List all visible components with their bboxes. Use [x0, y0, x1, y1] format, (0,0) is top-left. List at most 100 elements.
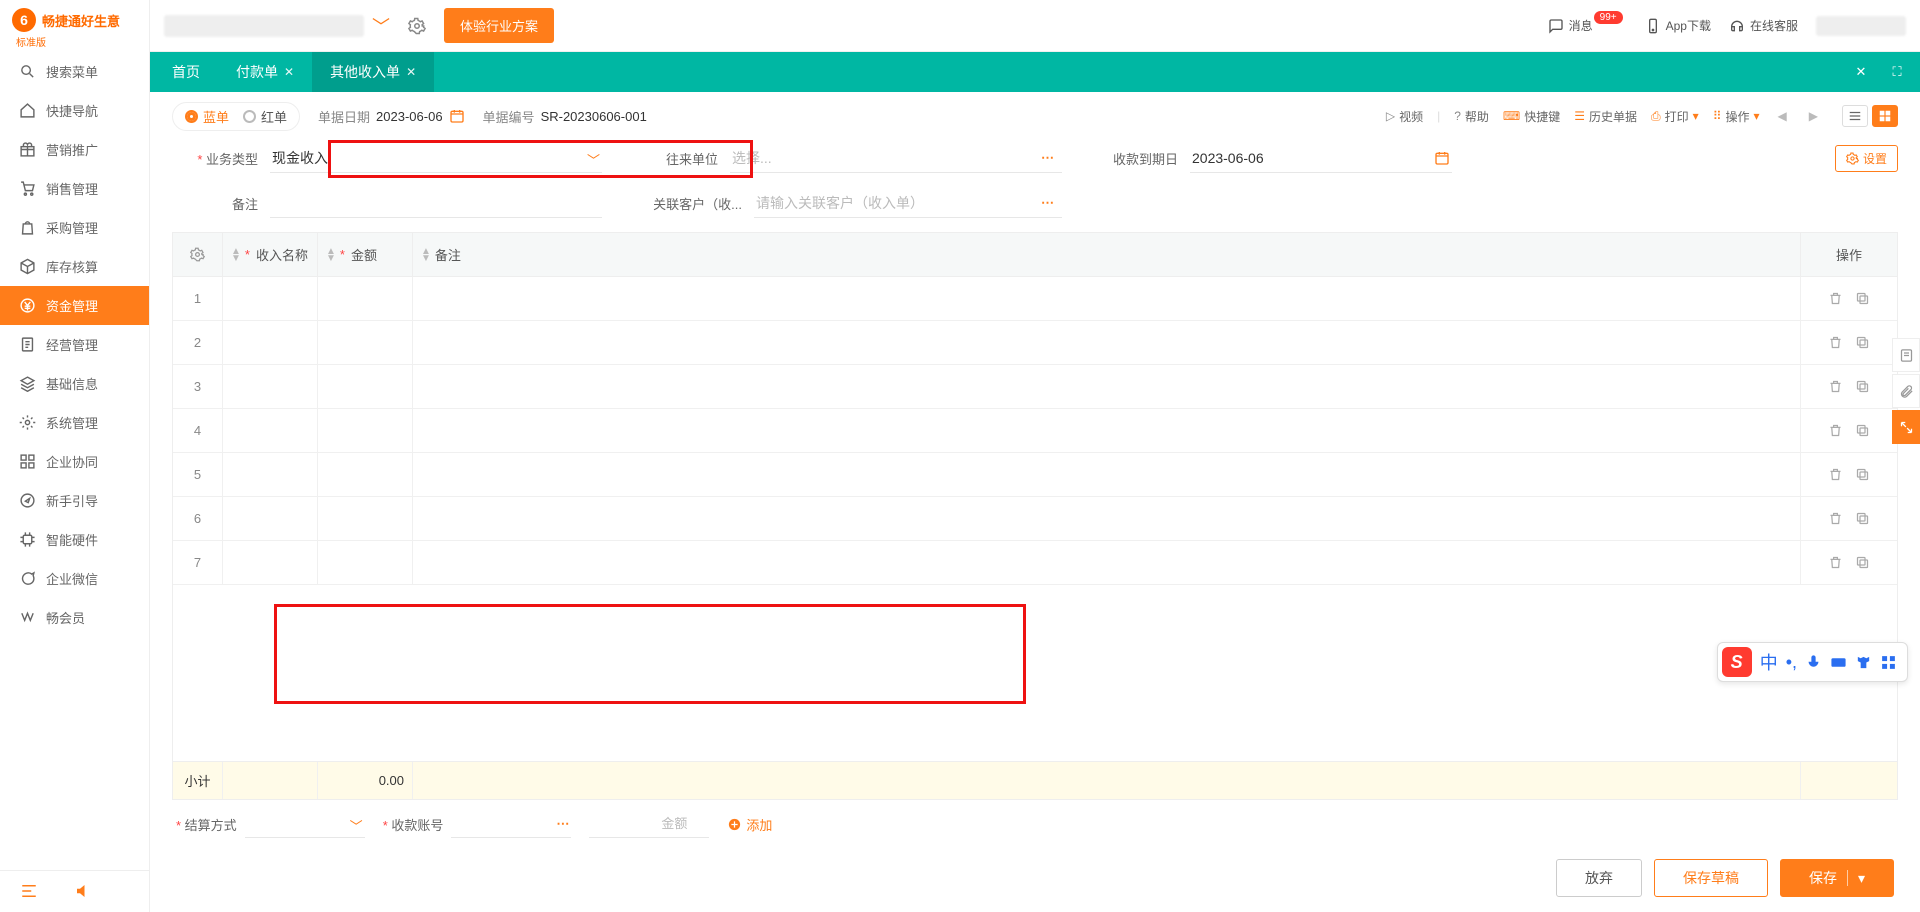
more-icon[interactable]: ⋯	[556, 816, 571, 832]
copy-row-icon[interactable]	[1855, 467, 1870, 482]
sidebar-item-10[interactable]: 企业协同	[0, 442, 149, 481]
more-icon[interactable]: ⋯	[1041, 195, 1056, 211]
delete-row-icon[interactable]	[1828, 291, 1843, 306]
sidebar-item-0[interactable]: 搜索菜单	[0, 52, 149, 91]
prev-bill-button[interactable]: ◀	[1774, 109, 1791, 123]
cell-income-name[interactable]	[223, 365, 318, 408]
cell-remark[interactable]	[413, 453, 1801, 496]
sidebar-item-4[interactable]: 采购管理	[0, 208, 149, 247]
delete-row-icon[interactable]	[1828, 379, 1843, 394]
chevron-down-icon[interactable]: ﹀	[587, 150, 600, 169]
sidebar-item-1[interactable]: 快捷导航	[0, 91, 149, 130]
receipt-account-input[interactable]	[451, 810, 571, 838]
ime-skin-icon[interactable]	[1855, 654, 1872, 671]
cell-amount[interactable]	[318, 497, 413, 540]
cell-income-name[interactable]	[223, 321, 318, 364]
table-row[interactable]: 3	[173, 365, 1897, 409]
save-draft-button[interactable]: 保存草稿	[1654, 859, 1768, 897]
copy-row-icon[interactable]	[1855, 555, 1870, 570]
print-link[interactable]: ⎙打印▾	[1651, 108, 1699, 125]
table-row[interactable]: 5	[173, 453, 1897, 497]
cell-amount[interactable]	[318, 453, 413, 496]
collapse-icon[interactable]	[20, 882, 40, 902]
tab-0[interactable]: 首页	[154, 52, 218, 92]
cell-remark[interactable]	[413, 541, 1801, 584]
cell-amount[interactable]	[318, 541, 413, 584]
tab-2[interactable]: 其他收入单✕	[312, 52, 434, 92]
cell-amount[interactable]	[318, 365, 413, 408]
ime-lang-label[interactable]: 中	[1760, 649, 1778, 675]
settle-amount-input[interactable]	[589, 810, 709, 838]
side-note-button[interactable]	[1892, 338, 1920, 372]
sidebar-item-5[interactable]: 库存核算	[0, 247, 149, 286]
online-service-link[interactable]: 在线客服	[1729, 17, 1798, 34]
next-bill-button[interactable]: ▶	[1805, 109, 1822, 123]
sidebar-item-8[interactable]: 基础信息	[0, 364, 149, 403]
table-row[interactable]: 6	[173, 497, 1897, 541]
sidebar-item-11[interactable]: 新手引导	[0, 481, 149, 520]
view-list-button[interactable]	[1842, 105, 1868, 127]
messages-link[interactable]: 消息 99+	[1548, 17, 1627, 34]
col-remark[interactable]: ▲▼备注	[413, 233, 1801, 276]
cell-income-name[interactable]	[223, 453, 318, 496]
sidebar-item-6[interactable]: 资金管理	[0, 286, 149, 325]
chevron-down-icon[interactable]: ﹀	[350, 816, 363, 835]
ime-toolbar[interactable]: S 中 •,	[1717, 642, 1908, 682]
delete-row-icon[interactable]	[1828, 511, 1843, 526]
ime-punct-icon[interactable]: •,	[1786, 652, 1797, 673]
close-icon[interactable]: ✕	[284, 65, 294, 79]
sidebar-item-13[interactable]: 企业微信	[0, 559, 149, 598]
history-link[interactable]: ☰历史单据	[1574, 108, 1637, 125]
biz-type-input[interactable]	[270, 144, 602, 173]
side-expand-button[interactable]	[1892, 410, 1920, 444]
col-income-name[interactable]: ▲▼*收入名称	[223, 233, 318, 276]
ime-mic-icon[interactable]	[1805, 654, 1822, 671]
cell-remark[interactable]	[413, 365, 1801, 408]
side-attach-button[interactable]	[1892, 374, 1920, 408]
form-settings-button[interactable]: 设置	[1835, 145, 1898, 172]
radio-red-bill[interactable]: 红单	[243, 107, 287, 126]
tab-1[interactable]: 付款单✕	[218, 52, 312, 92]
topbar-settings-icon[interactable]	[402, 17, 432, 35]
help-link[interactable]: ?帮助	[1454, 108, 1489, 125]
add-settlement-button[interactable]: 添加	[727, 815, 772, 834]
col-amount[interactable]: ▲▼*金额	[318, 233, 413, 276]
sidebar-item-3[interactable]: 销售管理	[0, 169, 149, 208]
video-link[interactable]: ▷视频	[1386, 108, 1423, 125]
copy-row-icon[interactable]	[1855, 335, 1870, 350]
due-date-input[interactable]	[1190, 144, 1452, 173]
save-button[interactable]: 保存▾	[1780, 859, 1894, 897]
cell-remark[interactable]	[413, 409, 1801, 452]
table-row[interactable]: 7	[173, 541, 1897, 585]
sidebar-item-14[interactable]: 畅会员	[0, 598, 149, 637]
sidebar-item-9[interactable]: 系统管理	[0, 403, 149, 442]
cell-remark[interactable]	[413, 277, 1801, 320]
copy-row-icon[interactable]	[1855, 511, 1870, 526]
calendar-icon[interactable]	[449, 108, 465, 124]
table-settings-icon[interactable]	[173, 233, 223, 276]
cell-income-name[interactable]	[223, 277, 318, 320]
counterparty-input[interactable]	[730, 144, 1062, 173]
table-row[interactable]: 1	[173, 277, 1897, 321]
company-selector[interactable]: ﹀	[164, 13, 390, 39]
ime-keyboard-icon[interactable]	[1830, 654, 1847, 671]
sidebar-item-7[interactable]: 经营管理	[0, 325, 149, 364]
cell-amount[interactable]	[318, 321, 413, 364]
cell-income-name[interactable]	[223, 409, 318, 452]
delete-row-icon[interactable]	[1828, 423, 1843, 438]
shortcuts-link[interactable]: ⌨快捷键	[1503, 108, 1560, 125]
calendar-icon[interactable]	[1434, 150, 1450, 166]
sidebar-item-2[interactable]: 营销推广	[0, 130, 149, 169]
copy-row-icon[interactable]	[1855, 379, 1870, 394]
remark-input[interactable]	[270, 189, 602, 218]
view-card-button[interactable]	[1872, 105, 1898, 127]
cell-remark[interactable]	[413, 321, 1801, 364]
delete-row-icon[interactable]	[1828, 555, 1843, 570]
table-row[interactable]: 4	[173, 409, 1897, 453]
sidebar-item-12[interactable]: 智能硬件	[0, 520, 149, 559]
sound-icon[interactable]	[74, 882, 94, 902]
date-value[interactable]: 2023-06-06	[376, 109, 443, 124]
copy-row-icon[interactable]	[1855, 291, 1870, 306]
radio-blue-bill[interactable]: 蓝单	[185, 107, 229, 126]
delete-row-icon[interactable]	[1828, 467, 1843, 482]
